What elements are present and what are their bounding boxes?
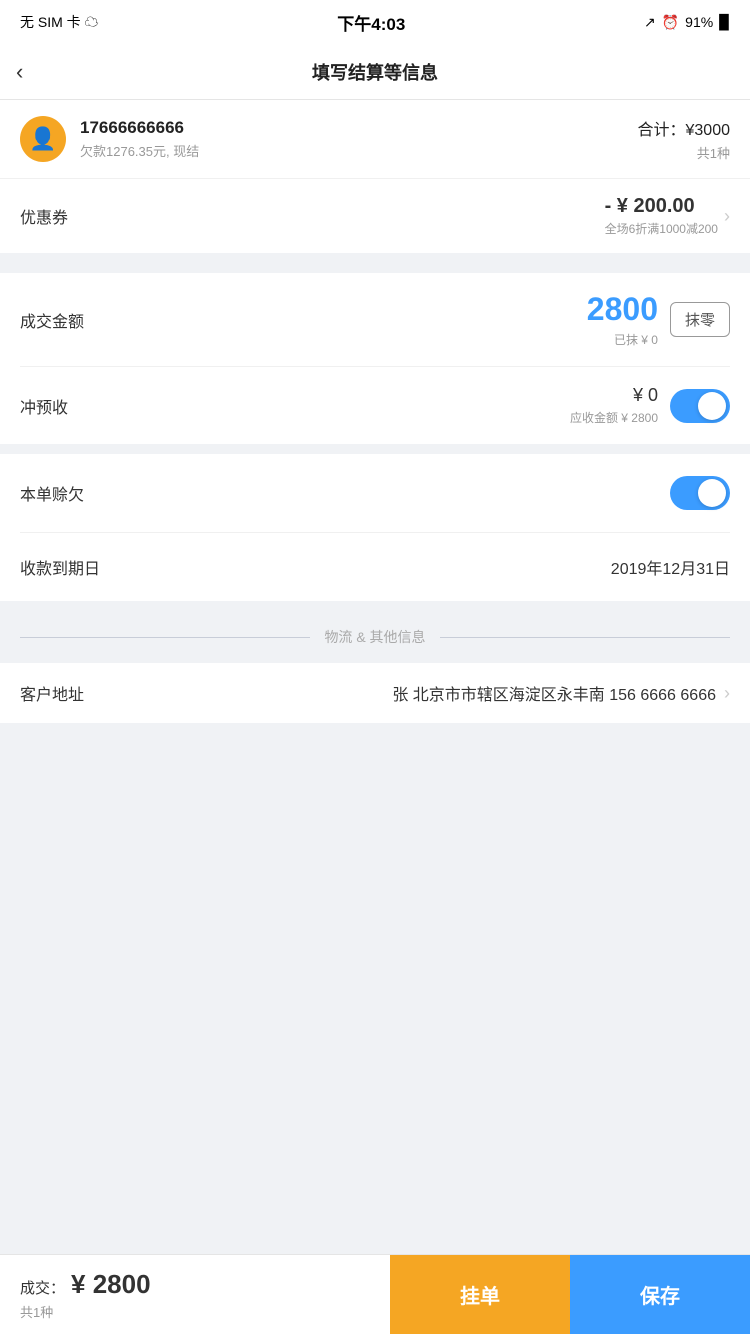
bottom-count: 共1种 bbox=[20, 1302, 370, 1321]
status-bar: 无 SIM 卡 ☁ 下午4:03 ↗ ⏰ 91% ▉ bbox=[0, 0, 750, 44]
bendan-toggle[interactable] bbox=[670, 476, 730, 510]
logistics-divider: 物流 & 其他信息 bbox=[0, 611, 750, 663]
customer-sub: 欠款1276.35元, 现结 bbox=[80, 141, 199, 160]
bottom-bar: 成交： ¥ 2800 共1种 挂单 保存 bbox=[0, 1254, 750, 1334]
customer-left: 👤 17666666666 欠款1276.35元, 现结 bbox=[20, 116, 199, 162]
back-button[interactable]: ‹ bbox=[16, 59, 23, 85]
save-button[interactable]: 保存 bbox=[570, 1255, 750, 1334]
logistics-line-left bbox=[20, 637, 310, 638]
customer-section: 👤 17666666666 欠款1276.35元, 现结 合计：¥3000 共1… bbox=[0, 100, 750, 253]
status-right: ↗ ⏰ 91% ▉ bbox=[644, 14, 730, 31]
status-left: 无 SIM 卡 ☁ bbox=[20, 12, 99, 32]
coupon-right-text: - ¥ 200.00 全场6折满1000减200 bbox=[605, 195, 718, 237]
nav-bar: ‹ 填写结算等信息 bbox=[0, 44, 750, 100]
battery-icon: ▉ bbox=[719, 14, 730, 31]
deal-amount-label: 成交金额 bbox=[20, 308, 84, 332]
chong-label: 冲预收 bbox=[20, 394, 68, 418]
avatar: 👤 bbox=[20, 116, 66, 162]
location-icon: ↗ bbox=[644, 14, 656, 31]
due-date-row: 收款到期日 2019年12月31日 bbox=[20, 533, 730, 601]
page-title: 填写结算等信息 bbox=[312, 59, 438, 85]
bottom-spacer bbox=[0, 863, 750, 953]
total-count: 共1种 bbox=[638, 143, 731, 162]
logistics-text: 物流 & 其他信息 bbox=[310, 627, 439, 647]
divider-bottom bbox=[0, 723, 750, 863]
logistics-line-right bbox=[440, 637, 730, 638]
address-content: 张 北京市市辖区海淀区永丰南 156 6666 6666 bbox=[100, 681, 724, 705]
divider-1 bbox=[0, 263, 750, 273]
chong-amount: ¥ 0 应收金额 ¥ 2800 bbox=[570, 385, 658, 426]
due-date-label: 收款到期日 bbox=[20, 555, 100, 579]
status-time: 下午4:03 bbox=[337, 10, 405, 35]
due-date-value: 2019年12月31日 bbox=[611, 555, 730, 579]
sim-label: 无 SIM 卡 ☁ bbox=[20, 12, 99, 32]
bottom-deal-label: 成交： bbox=[20, 1277, 65, 1298]
divider-3 bbox=[0, 601, 750, 611]
bendan-label: 本单赊欠 bbox=[20, 481, 84, 505]
coupon-desc: 全场6折满1000减200 bbox=[605, 220, 718, 237]
alarm-icon: ⏰ bbox=[662, 14, 679, 31]
chevron-right-icon: › bbox=[724, 206, 730, 227]
deal-amount-right: 2800 已抹 ¥ 0 抹零 bbox=[587, 291, 730, 348]
address-row[interactable]: 客户地址 张 北京市市辖区海淀区永丰南 156 6666 6666 › bbox=[20, 663, 730, 723]
deal-amount-sub: 已抹 ¥ 0 bbox=[587, 331, 658, 348]
bottom-summary: 成交： ¥ 2800 共1种 bbox=[0, 1269, 390, 1321]
address-chevron-icon: › bbox=[724, 683, 730, 704]
chong-toggle[interactable] bbox=[670, 389, 730, 423]
customer-info: 17666666666 欠款1276.35元, 现结 bbox=[80, 118, 199, 160]
chong-sub: 应收金额 ¥ 2800 bbox=[570, 409, 658, 426]
chong-right: ¥ 0 应收金额 ¥ 2800 bbox=[570, 385, 730, 426]
bottom-deal: 成交： ¥ 2800 bbox=[20, 1269, 370, 1300]
hold-button[interactable]: 挂单 bbox=[390, 1255, 570, 1334]
address-section: 客户地址 张 北京市市辖区海淀区永丰南 156 6666 6666 › bbox=[0, 663, 750, 723]
battery-label: 91% bbox=[685, 14, 713, 30]
coupon-row[interactable]: 优惠券 - ¥ 200.00 全场6折满1000减200 › bbox=[0, 178, 750, 253]
amount-value-wrapper: 2800 已抹 ¥ 0 bbox=[587, 291, 658, 348]
divider-2 bbox=[0, 444, 750, 454]
deal-amount-row: 成交金额 2800 已抹 ¥ 0 抹零 bbox=[20, 273, 730, 367]
chong-value: ¥ 0 bbox=[570, 385, 658, 406]
customer-phone: 17666666666 bbox=[80, 118, 199, 138]
amount-section: 成交金额 2800 已抹 ¥ 0 抹零 冲预收 ¥ 0 应收金额 ¥ 2800 bbox=[0, 273, 750, 444]
total-amount: 合计：¥3000 bbox=[638, 116, 731, 140]
customer-right: 合计：¥3000 共1种 bbox=[638, 116, 731, 162]
bendan-section: 本单赊欠 收款到期日 2019年12月31日 bbox=[0, 454, 750, 601]
bendan-row: 本单赊欠 bbox=[20, 454, 730, 533]
customer-row: 👤 17666666666 欠款1276.35元, 现结 合计：¥3000 共1… bbox=[0, 100, 750, 178]
address-label: 客户地址 bbox=[20, 681, 100, 705]
coupon-label: 优惠券 bbox=[20, 204, 68, 228]
deal-amount-value: 2800 bbox=[587, 291, 658, 327]
bottom-amount: ¥ 2800 bbox=[71, 1269, 151, 1300]
coupon-discount: - ¥ 200.00 bbox=[605, 195, 718, 218]
chong-row: 冲预收 ¥ 0 应收金额 ¥ 2800 bbox=[20, 367, 730, 444]
round-button[interactable]: 抹零 bbox=[670, 302, 730, 337]
coupon-right: - ¥ 200.00 全场6折满1000减200 › bbox=[605, 195, 730, 237]
